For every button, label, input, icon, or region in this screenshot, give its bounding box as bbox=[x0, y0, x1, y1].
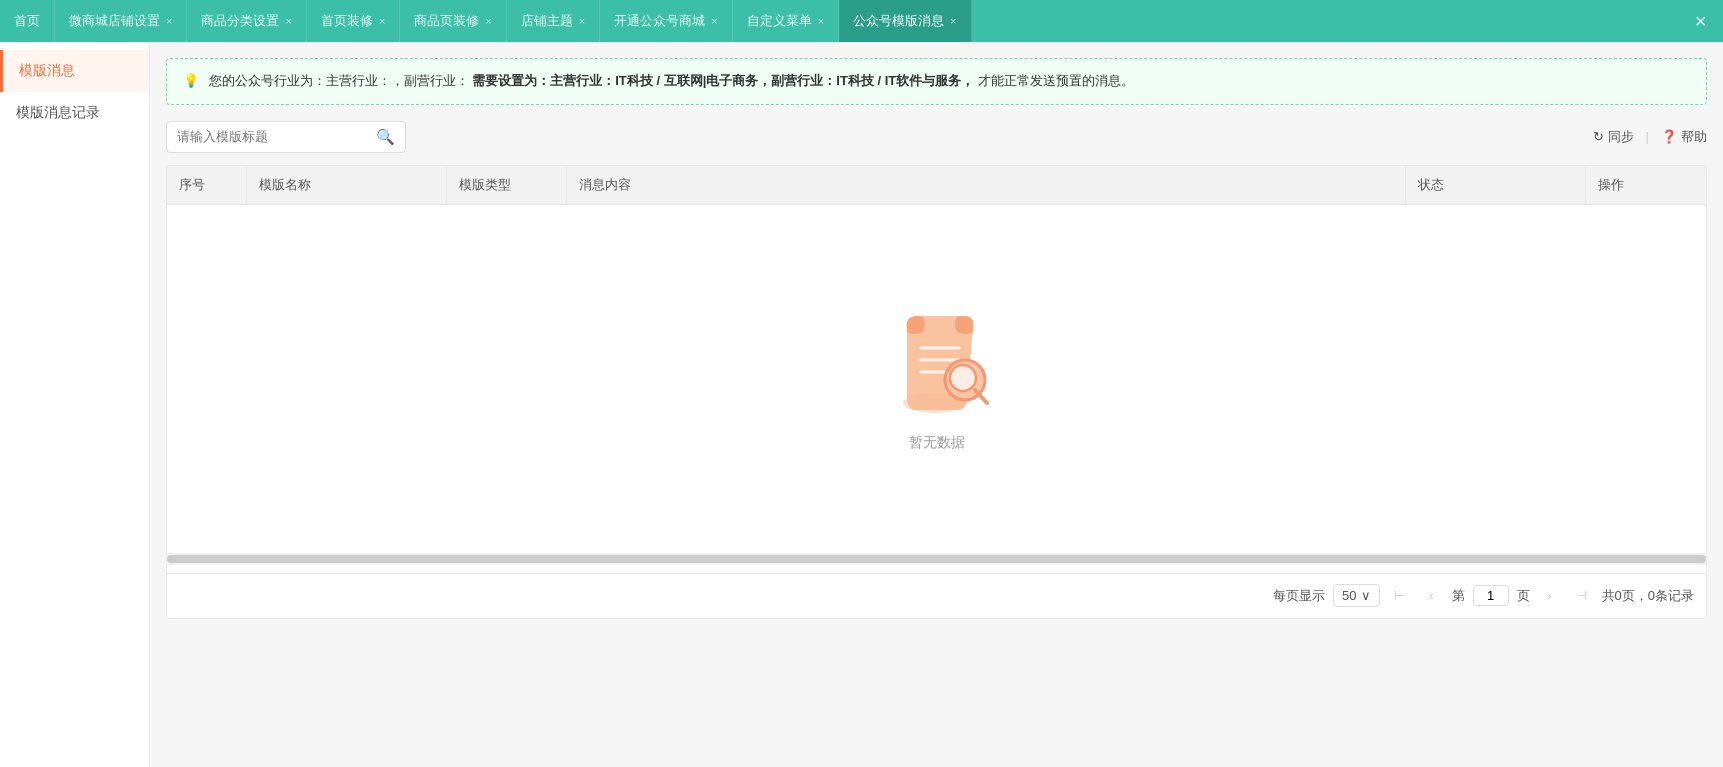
tab-open-wechat-store-label: 开通公众号商城 bbox=[614, 12, 705, 30]
tab-homepage-decor[interactable]: 首页装修 × bbox=[307, 0, 400, 42]
close-all-button[interactable]: ✕ bbox=[1678, 12, 1723, 31]
page-number-input[interactable] bbox=[1473, 585, 1509, 606]
table-container: 序号 模版名称 模版类型 消息内容 状态 操作 bbox=[166, 165, 1707, 619]
table-header: 序号 模版名称 模版类型 消息内容 状态 操作 bbox=[167, 166, 1706, 205]
scrollbar-thumb[interactable] bbox=[167, 555, 1706, 563]
scrollbar-area[interactable] bbox=[167, 553, 1706, 565]
tab-product-decor[interactable]: 商品页装修 × bbox=[400, 0, 506, 42]
tab-template-message[interactable]: 公众号模版消息 × bbox=[839, 0, 971, 42]
notice-icon: 💡 bbox=[183, 73, 199, 88]
tab-open-wechat-store[interactable]: 开通公众号商城 × bbox=[600, 0, 732, 42]
sidebar-item-template-message[interactable]: 模版消息 bbox=[0, 50, 149, 92]
page-size-value: 50 bbox=[1342, 588, 1356, 603]
sidebar-item-template-message-label: 模版消息 bbox=[19, 62, 75, 78]
empty-svg bbox=[877, 298, 1007, 428]
di-label: 第 bbox=[1452, 587, 1465, 605]
page-label: 页 bbox=[1517, 587, 1530, 605]
tab-homepage-decor-label: 首页装修 bbox=[321, 12, 373, 30]
help-icon: ❓ bbox=[1661, 129, 1677, 144]
notice-box: 💡 您的公众号行业为：主营行业：，副营行业： 需要设置为：主营行业：IT科技 /… bbox=[166, 58, 1707, 105]
tab-custom-menu-label: 自定义菜单 bbox=[747, 12, 812, 30]
page-size-label: 每页显示 bbox=[1273, 587, 1325, 605]
col-status: 状态 bbox=[1406, 166, 1586, 204]
tab-custom-menu-close[interactable]: × bbox=[818, 15, 824, 27]
tab-store-theme-label: 店铺主题 bbox=[521, 12, 573, 30]
table-body-empty: 暂无数据 bbox=[167, 205, 1706, 545]
prev-page-button[interactable]: ‹ bbox=[1420, 584, 1444, 608]
content-area: 💡 您的公众号行业为：主营行业：，副营行业： 需要设置为：主营行业：IT科技 /… bbox=[150, 42, 1723, 767]
search-button[interactable]: 🔍 bbox=[366, 122, 405, 152]
tab-template-message-label: 公众号模版消息 bbox=[853, 12, 944, 30]
page-size-select[interactable]: 50 ∨ bbox=[1333, 584, 1379, 607]
notice-text-prefix: 您的公众号行业为：主营行业：，副营行业： bbox=[209, 73, 469, 88]
topbar: 首页 微商城店铺设置 × 商品分类设置 × 首页装修 × 商品页装修 × 店铺主… bbox=[0, 0, 1723, 42]
tab-category-settings[interactable]: 商品分类设置 × bbox=[187, 0, 306, 42]
tab-open-wechat-store-close[interactable]: × bbox=[711, 15, 717, 27]
sidebar-item-template-message-record[interactable]: 模版消息记录 bbox=[0, 92, 149, 134]
empty-text: 暂无数据 bbox=[909, 434, 965, 452]
sync-icon: ↻ bbox=[1593, 129, 1604, 144]
tab-homepage-decor-close[interactable]: × bbox=[379, 15, 385, 27]
col-content: 消息内容 bbox=[567, 166, 1406, 204]
tab-store-settings[interactable]: 微商城店铺设置 × bbox=[55, 0, 187, 42]
tab-store-settings-close[interactable]: × bbox=[166, 15, 172, 27]
tab-product-decor-label: 商品页装修 bbox=[414, 12, 479, 30]
search-actions: ↻ 同步 | ❓ 帮助 bbox=[1593, 128, 1707, 146]
sync-button[interactable]: ↻ 同步 bbox=[1593, 128, 1634, 146]
notice-highlight: 需要设置为：主营行业：IT科技 / 互联网|电子商务，副营行业：IT科技 / I… bbox=[472, 73, 974, 88]
tab-store-theme-close[interactable]: × bbox=[579, 15, 585, 27]
next-page-button[interactable]: › bbox=[1538, 584, 1562, 608]
first-page-button[interactable]: ⊢ bbox=[1388, 584, 1412, 608]
last-page-button[interactable]: ⊣ bbox=[1570, 584, 1594, 608]
tab-category-settings-label: 商品分类设置 bbox=[201, 12, 279, 30]
empty-illustration bbox=[877, 298, 997, 418]
help-label: 帮助 bbox=[1681, 128, 1707, 146]
tab-template-message-close[interactable]: × bbox=[950, 15, 956, 27]
sidebar-item-template-message-record-label: 模版消息记录 bbox=[16, 104, 100, 120]
col-action: 操作 bbox=[1586, 166, 1706, 204]
tab-custom-menu[interactable]: 自定义菜单 × bbox=[733, 0, 839, 42]
tab-home[interactable]: 首页 bbox=[0, 0, 55, 42]
sync-label: 同步 bbox=[1608, 128, 1634, 146]
search-input-wrapper: 🔍 bbox=[166, 121, 406, 153]
main-layout: 模版消息 模版消息记录 💡 您的公众号行业为：主营行业：，副营行业： 需要设置为… bbox=[0, 42, 1723, 767]
tab-category-settings-close[interactable]: × bbox=[285, 15, 291, 27]
page-size-chevron-icon: ∨ bbox=[1361, 588, 1371, 603]
search-bar: 🔍 ↻ 同步 | ❓ 帮助 bbox=[166, 121, 1707, 153]
help-button[interactable]: ❓ 帮助 bbox=[1661, 128, 1707, 146]
total-info: 共0页，0条记录 bbox=[1602, 587, 1694, 605]
tab-store-settings-label: 微商城店铺设置 bbox=[69, 12, 160, 30]
pagination: 每页显示 50 ∨ ⊢ ‹ 第 页 › ⊣ 共0页，0条记录 bbox=[167, 573, 1706, 618]
tab-store-theme[interactable]: 店铺主题 × bbox=[507, 0, 600, 42]
tab-product-decor-close[interactable]: × bbox=[485, 15, 491, 27]
tab-home-label: 首页 bbox=[14, 12, 40, 30]
col-name: 模版名称 bbox=[247, 166, 447, 204]
divider: | bbox=[1646, 129, 1649, 144]
search-input[interactable] bbox=[167, 123, 366, 150]
col-index: 序号 bbox=[167, 166, 247, 204]
sidebar: 模版消息 模版消息记录 bbox=[0, 42, 150, 767]
notice-text-suffix: 才能正常发送预置的消息。 bbox=[978, 73, 1134, 88]
col-type: 模版类型 bbox=[447, 166, 567, 204]
